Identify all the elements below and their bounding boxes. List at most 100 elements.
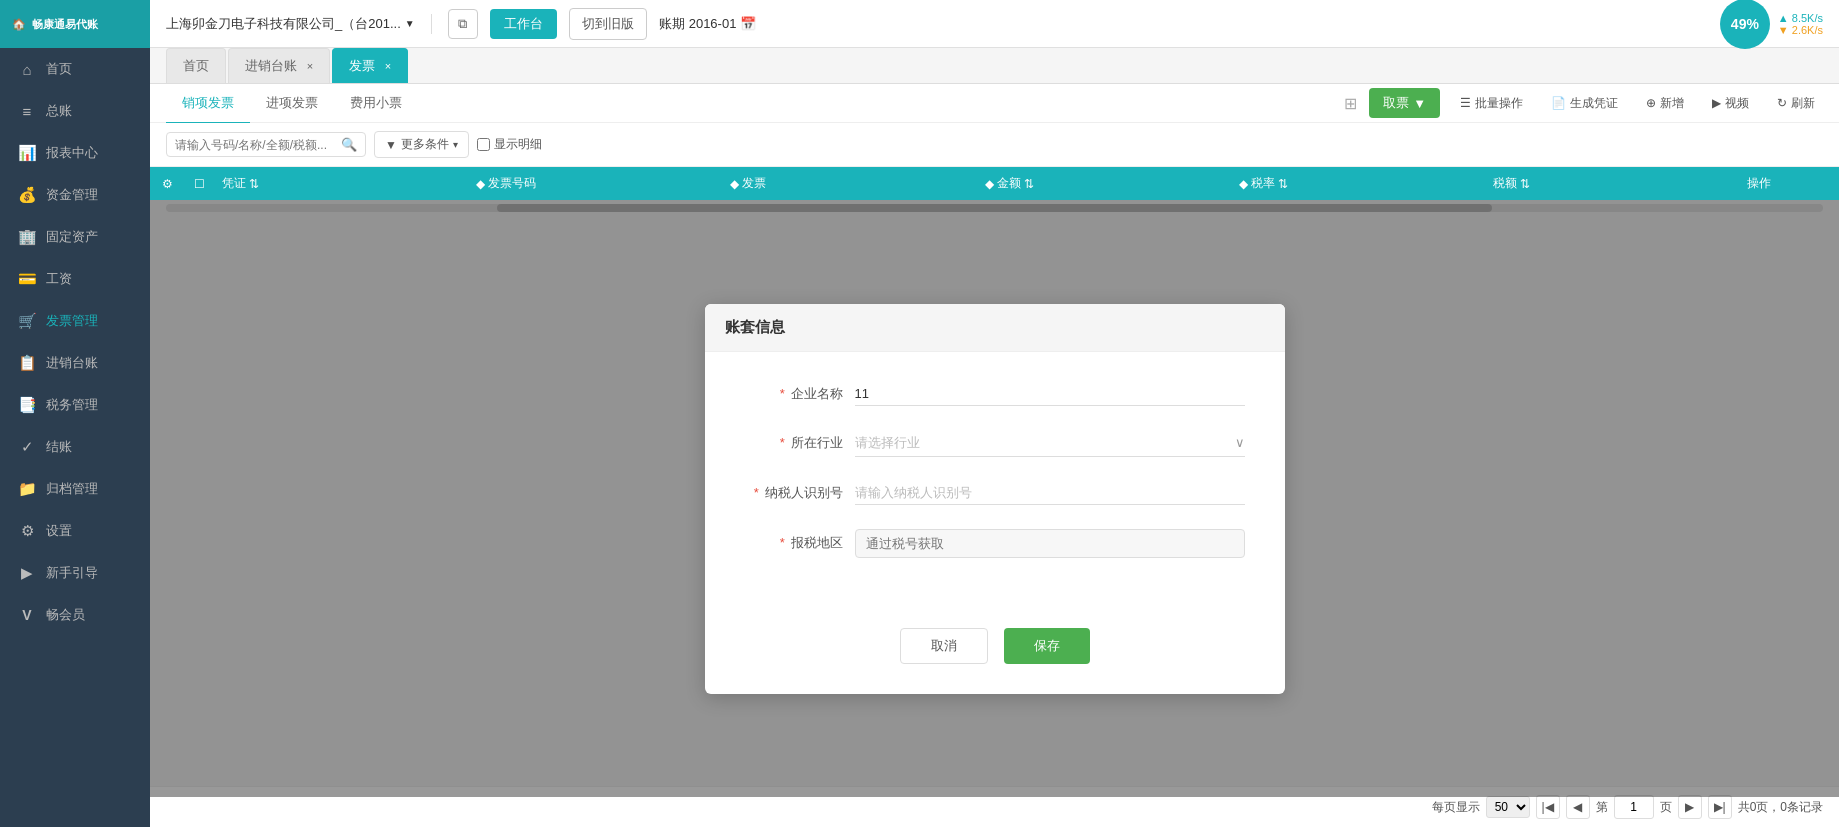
plus-icon: ⊕ bbox=[1646, 96, 1656, 110]
sort-icon-3: ⇅ bbox=[1278, 177, 1288, 191]
sidebar-item-purchase[interactable]: 📋 进销台账 bbox=[0, 342, 150, 384]
show-detail-checkbox[interactable]: 显示明细 bbox=[477, 136, 542, 153]
speed-up: ▲ 8.5K/s bbox=[1778, 12, 1823, 24]
col-voucher[interactable]: 凭证 ⇅ bbox=[222, 175, 468, 192]
topbar-copy-btn[interactable]: ⧉ bbox=[448, 9, 478, 39]
sort-icon: ⇅ bbox=[249, 177, 259, 191]
gen-voucher-button[interactable]: 📄 生成凭证 bbox=[1543, 91, 1626, 116]
save-button[interactable]: 保存 bbox=[1004, 628, 1090, 664]
switch-old-button[interactable]: 切到旧版 bbox=[569, 8, 647, 40]
per-page-select[interactable]: 50 bbox=[1486, 796, 1530, 818]
search-input[interactable] bbox=[175, 138, 341, 152]
col-invoice-no[interactable]: ◆ 发票号码 bbox=[476, 175, 722, 192]
subtab-expense[interactable]: 费用小票 bbox=[334, 84, 418, 124]
sidebar-item-label: 固定资产 bbox=[46, 228, 98, 246]
form-row-industry: * 所在行业 请选择行业 ∨ bbox=[745, 430, 1245, 457]
total-info: 共0页，0条记录 bbox=[1738, 799, 1823, 816]
col-tax-rate[interactable]: ◆ 税率 ⇅ bbox=[1239, 175, 1485, 192]
content-area: 销项发票 进项发票 费用小票 ⊞ 取票 ▼ ☰ 批量操作 bbox=[150, 84, 1839, 827]
sidebar-item-settings[interactable]: ⚙ 设置 bbox=[0, 510, 150, 552]
form-row-company: * 企业名称 bbox=[745, 382, 1245, 406]
sidebar-item-reports[interactable]: 📊 报表中心 bbox=[0, 132, 150, 174]
tab-invoice[interactable]: 发票 × bbox=[332, 48, 408, 83]
gear-header-icon[interactable]: ⚙ bbox=[162, 177, 186, 191]
main-area: 上海卯金刀电子科技有限公司_（台201... ▼ ⧉ 工作台 切到旧版 账期 2… bbox=[150, 0, 1839, 827]
per-page-label: 每页显示 bbox=[1432, 799, 1480, 816]
home-icon: ⌂ bbox=[18, 61, 36, 78]
col-tax-amount[interactable]: 税额 ⇅ bbox=[1493, 175, 1739, 192]
subtab-sales[interactable]: 销项发票 bbox=[166, 84, 250, 124]
arrow-icon-3: ◆ bbox=[985, 177, 994, 191]
company-selector[interactable]: 上海卯金刀电子科技有限公司_（台201... ▼ bbox=[166, 15, 415, 33]
sidebar-item-funds[interactable]: 💰 资金管理 bbox=[0, 174, 150, 216]
checkbox-header[interactable]: ☐ bbox=[194, 177, 214, 191]
new-button[interactable]: ⊕ 新增 bbox=[1638, 91, 1692, 116]
first-page-button[interactable]: |◀ bbox=[1536, 795, 1560, 819]
speed-indicator: 49% bbox=[1720, 0, 1770, 49]
subtab-purchase[interactable]: 进项发票 bbox=[250, 84, 334, 124]
archive-icon: 📁 bbox=[18, 480, 36, 498]
calendar-icon[interactable]: 📅 bbox=[740, 16, 756, 31]
col-invoice[interactable]: ◆ 发票 bbox=[730, 175, 976, 192]
period-label: 账期 bbox=[659, 15, 685, 33]
cancel-button[interactable]: 取消 bbox=[900, 628, 988, 664]
sidebar-item-tax[interactable]: 📑 税务管理 bbox=[0, 384, 150, 426]
sidebar-item-label: 设置 bbox=[46, 522, 72, 540]
last-page-button[interactable]: ▶| bbox=[1708, 795, 1732, 819]
batch-icon: ☰ bbox=[1460, 96, 1471, 110]
search-box[interactable]: 🔍 bbox=[166, 132, 366, 157]
modal-overlay: 账套信息 * 企业名称 * bbox=[150, 200, 1839, 797]
sidebar-item-guide[interactable]: ▶ 新手引导 bbox=[0, 552, 150, 594]
reports-icon: 📊 bbox=[18, 144, 36, 162]
tabbar: 首页 进销台账 × 发票 × bbox=[150, 48, 1839, 84]
voucher-icon: 📄 bbox=[1551, 96, 1566, 110]
sort-icon-2: ⇅ bbox=[1024, 177, 1034, 191]
label-industry: * 所在行业 bbox=[745, 434, 855, 452]
speed-stats: ▲ 8.5K/s ▼ 2.6K/s bbox=[1778, 12, 1823, 36]
ledger-icon: ≡ bbox=[18, 103, 36, 120]
sidebar-item-home[interactable]: ⌂ 首页 bbox=[0, 48, 150, 90]
company-name: 上海卯金刀电子科技有限公司_（台201... bbox=[166, 15, 401, 33]
settings-icon: ⚙ bbox=[18, 522, 36, 540]
filter-button[interactable]: ▼ 更多条件 ▾ bbox=[374, 131, 469, 158]
tab-purchase[interactable]: 进销台账 × bbox=[228, 48, 330, 83]
grid-icon[interactable]: ⊞ bbox=[1344, 94, 1357, 113]
tab-home[interactable]: 首页 bbox=[166, 48, 226, 83]
industry-select[interactable]: 请选择行业 ∨ bbox=[855, 430, 1245, 457]
salary-icon: 💳 bbox=[18, 270, 36, 288]
form-row-tax-id: * 纳税人识别号 bbox=[745, 481, 1245, 505]
page-number-input[interactable] bbox=[1614, 795, 1654, 819]
tab-purchase-label: 进销台账 bbox=[245, 58, 297, 73]
subtab-bar: 销项发票 进项发票 费用小票 ⊞ 取票 ▼ ☰ 批量操作 bbox=[150, 84, 1839, 123]
get-ticket-button[interactable]: 取票 ▼ bbox=[1369, 88, 1440, 118]
tax-icon: 📑 bbox=[18, 396, 36, 414]
video-button[interactable]: ▶ 视频 bbox=[1704, 91, 1757, 116]
tab-invoice-close[interactable]: × bbox=[385, 60, 391, 72]
col-amount[interactable]: ◆ 金额 ⇅ bbox=[985, 175, 1231, 192]
show-detail-check[interactable] bbox=[477, 138, 490, 151]
sidebar-item-label: 资金管理 bbox=[46, 186, 98, 204]
sidebar-item-salary[interactable]: 💳 工资 bbox=[0, 258, 150, 300]
sidebar-item-label: 税务管理 bbox=[46, 396, 98, 414]
prev-page-button[interactable]: ◀ bbox=[1566, 795, 1590, 819]
refresh-button[interactable]: ↻ 刷新 bbox=[1769, 91, 1823, 116]
workbench-button[interactable]: 工作台 bbox=[490, 9, 557, 39]
purchase-icon: 📋 bbox=[18, 354, 36, 372]
next-page-button[interactable]: ▶ bbox=[1678, 795, 1702, 819]
sidebar-item-invoice[interactable]: 🛒 发票管理 bbox=[0, 300, 150, 342]
required-star-2: * bbox=[780, 435, 785, 450]
sidebar-item-assets[interactable]: 🏢 固定资产 bbox=[0, 216, 150, 258]
sidebar-item-ledger[interactable]: ≡ 总账 bbox=[0, 90, 150, 132]
sidebar-item-member[interactable]: V 畅会员 bbox=[0, 594, 150, 636]
company-name-input[interactable] bbox=[855, 382, 1245, 406]
dialog-title: 账套信息 bbox=[705, 304, 1285, 352]
tax-id-input[interactable] bbox=[855, 481, 1245, 505]
topbar: 上海卯金刀电子科技有限公司_（台201... ▼ ⧉ 工作台 切到旧版 账期 2… bbox=[150, 0, 1839, 48]
tab-purchase-close[interactable]: × bbox=[307, 60, 313, 72]
batch-ops-button[interactable]: ☰ 批量操作 bbox=[1452, 91, 1531, 116]
sidebar-item-checkout[interactable]: ✓ 结账 bbox=[0, 426, 150, 468]
page-suffix: 页 bbox=[1660, 799, 1672, 816]
filter-icon: ▼ bbox=[385, 138, 397, 152]
sidebar-item-archive[interactable]: 📁 归档管理 bbox=[0, 468, 150, 510]
video-icon: ▶ bbox=[1712, 96, 1721, 110]
